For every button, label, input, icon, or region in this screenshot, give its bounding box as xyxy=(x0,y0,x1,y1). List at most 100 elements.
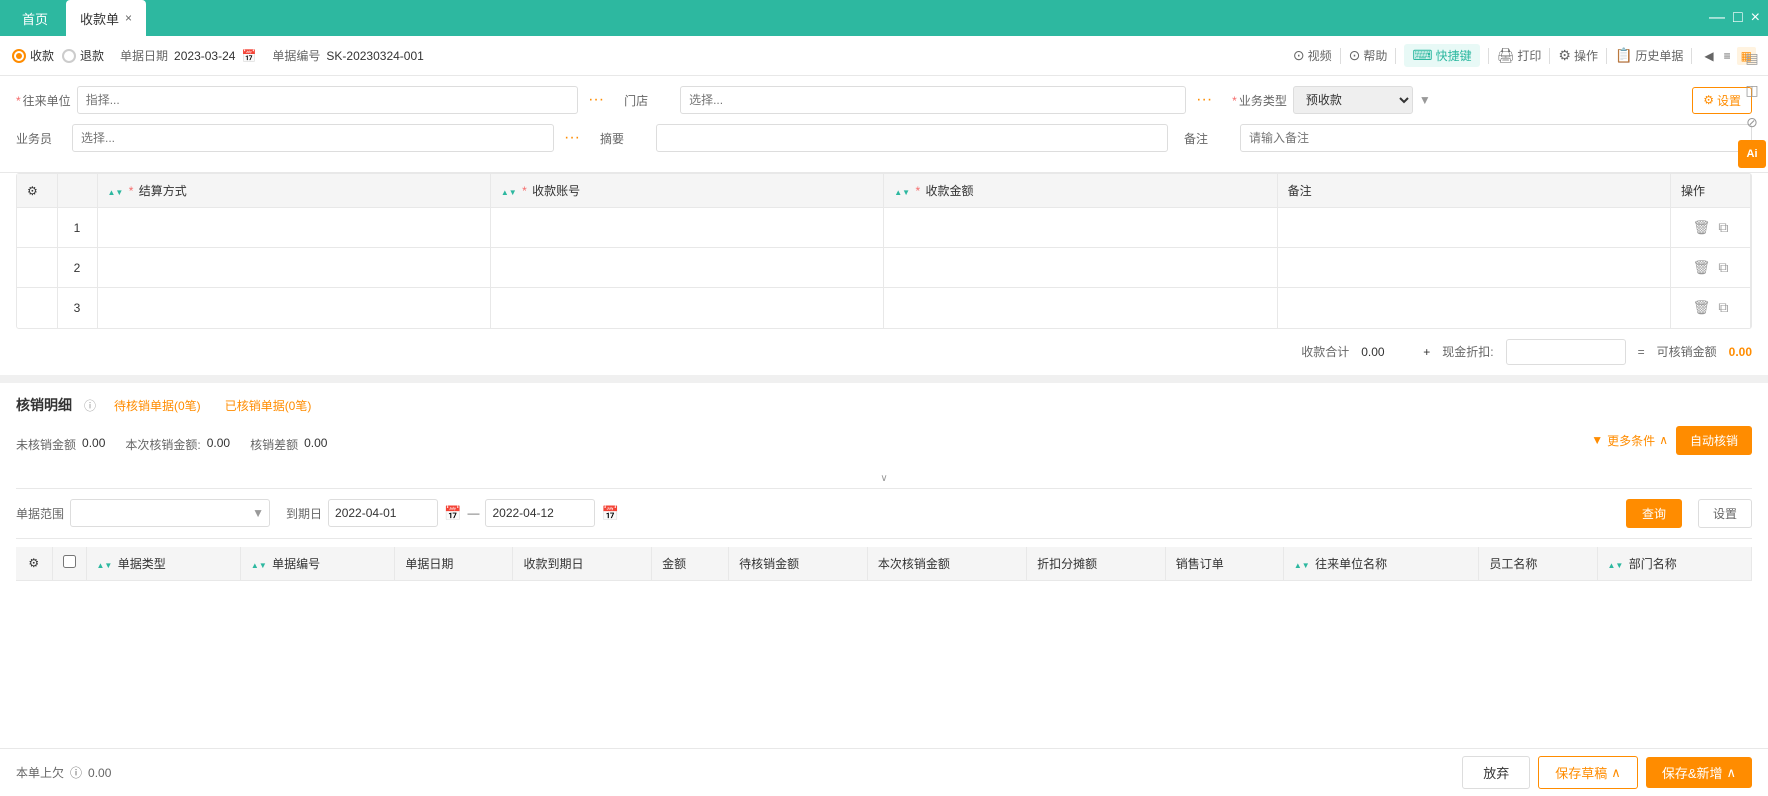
receipt-table: ⚙ ▲▼ * 结算方式 ▲▼ * 收款账号 ▲▼ * xyxy=(17,174,1751,328)
tab-done[interactable]: 已核销单据(0笔) xyxy=(219,395,318,416)
tab-active[interactable]: 收款单 × xyxy=(66,0,146,36)
counterparty-more-btn[interactable]: ··· xyxy=(584,91,608,109)
equals-sign: = xyxy=(1638,345,1645,359)
payment-method-input-1[interactable] xyxy=(108,221,480,235)
abandon-button[interactable]: 放弃 xyxy=(1462,756,1530,789)
summary-field: 摘要 xyxy=(600,124,1168,152)
form-row-2: 业务员 ··· 摘要 备注 xyxy=(16,124,1752,152)
tab-home[interactable]: 首页 xyxy=(8,0,62,36)
remark-input-1[interactable] xyxy=(1288,221,1660,235)
delete-icon-3[interactable]: 🗑 xyxy=(1693,299,1711,316)
td-account-3[interactable] xyxy=(490,288,883,328)
account-input-1[interactable] xyxy=(501,221,873,235)
date-to-input[interactable] xyxy=(485,499,595,527)
amount-input-2[interactable] xyxy=(894,261,1266,275)
sidebar-ai-icon[interactable]: Ai xyxy=(1738,140,1766,168)
save-new-button[interactable]: 保存&新增 ∧ xyxy=(1646,757,1752,788)
store-input[interactable] xyxy=(680,86,1186,114)
bth-due-date: 收款到期日 xyxy=(513,547,652,581)
tab-pending[interactable]: 待核销单据(0笔) xyxy=(108,395,207,416)
minimize-icon[interactable]: — xyxy=(1709,9,1725,27)
td-account-2[interactable] xyxy=(490,248,883,288)
td-remark-1[interactable] xyxy=(1277,208,1670,248)
radio-tuikuan-circle xyxy=(62,49,76,63)
copy-icon-3[interactable]: ⧉ xyxy=(1718,299,1728,316)
more-conditions-btn[interactable]: ▼ 更多条件 ∧ xyxy=(1591,432,1668,449)
divider2 xyxy=(1395,48,1396,64)
date-value[interactable]: 2023-03-24 xyxy=(174,49,235,63)
discount-input[interactable] xyxy=(1506,339,1626,365)
current-value: 0.00 xyxy=(207,436,230,453)
number-value: SK-20230324-001 xyxy=(326,49,423,63)
copy-icon-2[interactable]: ⧉ xyxy=(1718,259,1728,276)
th-settings[interactable]: ⚙ xyxy=(17,174,57,208)
bth-current: 本次核销金额 xyxy=(867,547,1026,581)
prev-icon[interactable]: ◀ xyxy=(1700,47,1717,65)
query-btn[interactable]: 查询 xyxy=(1626,499,1682,528)
draft-arrow-icon: ∧ xyxy=(1611,765,1621,781)
copy-icon-1[interactable]: ⧉ xyxy=(1718,219,1728,236)
td-amount-1[interactable] xyxy=(884,208,1277,248)
divider5 xyxy=(1606,48,1607,64)
counterparty-input[interactable] xyxy=(77,86,578,114)
account-input-2[interactable] xyxy=(501,261,873,275)
table-row: 1 🗑 ⧉ xyxy=(17,208,1751,248)
history-btn[interactable]: 📋 历史单据 xyxy=(1615,47,1683,64)
close-icon[interactable]: × xyxy=(1751,9,1760,27)
tab-close-icon[interactable]: × xyxy=(125,11,132,25)
this-order-value: 0.00 xyxy=(88,766,111,780)
delete-icon-2[interactable]: 🗑 xyxy=(1693,259,1711,276)
delete-icon-1[interactable]: 🗑 xyxy=(1693,219,1711,236)
info-icon[interactable]: ⓘ xyxy=(70,764,82,781)
td-payment-2[interactable] xyxy=(97,248,490,288)
print-btn[interactable]: 🖨 打印 xyxy=(1497,47,1542,64)
hexiao-info-icon[interactable]: ⓘ xyxy=(84,397,96,414)
note-input[interactable] xyxy=(1240,124,1752,152)
td-account-1[interactable] xyxy=(490,208,883,248)
remark-input-2[interactable] xyxy=(1288,261,1660,275)
calendar-icon[interactable]: 📅 xyxy=(241,49,256,63)
date-from-input[interactable] xyxy=(328,499,438,527)
amount-input-3[interactable] xyxy=(894,301,1266,315)
remark-input-3[interactable] xyxy=(1288,301,1660,315)
maximize-icon[interactable]: □ xyxy=(1733,9,1743,27)
sidebar-link-icon[interactable]: ⊘ xyxy=(1738,108,1766,136)
amount-input-1[interactable] xyxy=(894,221,1266,235)
bth-settings[interactable]: ⚙ xyxy=(16,547,52,581)
bth-sales-order: 销售订单 xyxy=(1165,547,1283,581)
store-more-btn[interactable]: ··· xyxy=(1192,91,1216,109)
range-select[interactable] xyxy=(70,499,270,527)
table-row: 2 🗑 ⧉ xyxy=(17,248,1751,288)
staff-input[interactable] xyxy=(72,124,554,152)
collapse-indicator[interactable]: ∨ xyxy=(16,473,1752,484)
td-remark-3[interactable] xyxy=(1277,288,1670,328)
staff-more-btn[interactable]: ··· xyxy=(560,129,584,147)
sidebar-table-icon[interactable]: ▤ xyxy=(1738,44,1766,72)
calendar-from-icon[interactable]: 📅 xyxy=(444,505,461,522)
bth-checkbox[interactable] xyxy=(52,547,86,581)
payment-method-input-2[interactable] xyxy=(108,261,480,275)
th-account: ▲▼ * 收款账号 xyxy=(490,174,883,208)
account-input-3[interactable] xyxy=(501,301,873,315)
operate-btn[interactable]: ⚙ 操作 xyxy=(1558,47,1598,64)
td-payment-1[interactable] xyxy=(97,208,490,248)
shortcut-btn[interactable]: ⌨ 快捷键 xyxy=(1404,44,1479,67)
business-type-select[interactable]: 预收款 xyxy=(1293,86,1413,114)
td-remark-2[interactable] xyxy=(1277,248,1670,288)
payment-method-input-3[interactable] xyxy=(108,301,480,315)
sidebar-frame-icon[interactable]: ◫ xyxy=(1738,76,1766,104)
td-payment-3[interactable] xyxy=(97,288,490,328)
video-btn[interactable]: ⊙ 视频 xyxy=(1293,47,1332,64)
summary-input[interactable] xyxy=(656,124,1168,152)
select-all-checkbox[interactable] xyxy=(63,555,76,568)
radio-tuikuan[interactable]: 退款 xyxy=(62,47,104,64)
save-draft-button[interactable]: 保存草稿 ∧ xyxy=(1538,756,1638,789)
counterparty-label: *往来单位 xyxy=(16,92,71,109)
td-amount-3[interactable] xyxy=(884,288,1277,328)
list-view-icon[interactable]: ≡ xyxy=(1720,47,1735,65)
calendar-to-icon[interactable]: 📅 xyxy=(601,505,618,522)
row-actions-2: 🗑 ⧉ xyxy=(1681,259,1740,276)
help-btn[interactable]: ⊙ 帮助 xyxy=(1349,47,1388,64)
td-amount-2[interactable] xyxy=(884,248,1277,288)
radio-shoukuan[interactable]: 收款 xyxy=(12,47,54,64)
